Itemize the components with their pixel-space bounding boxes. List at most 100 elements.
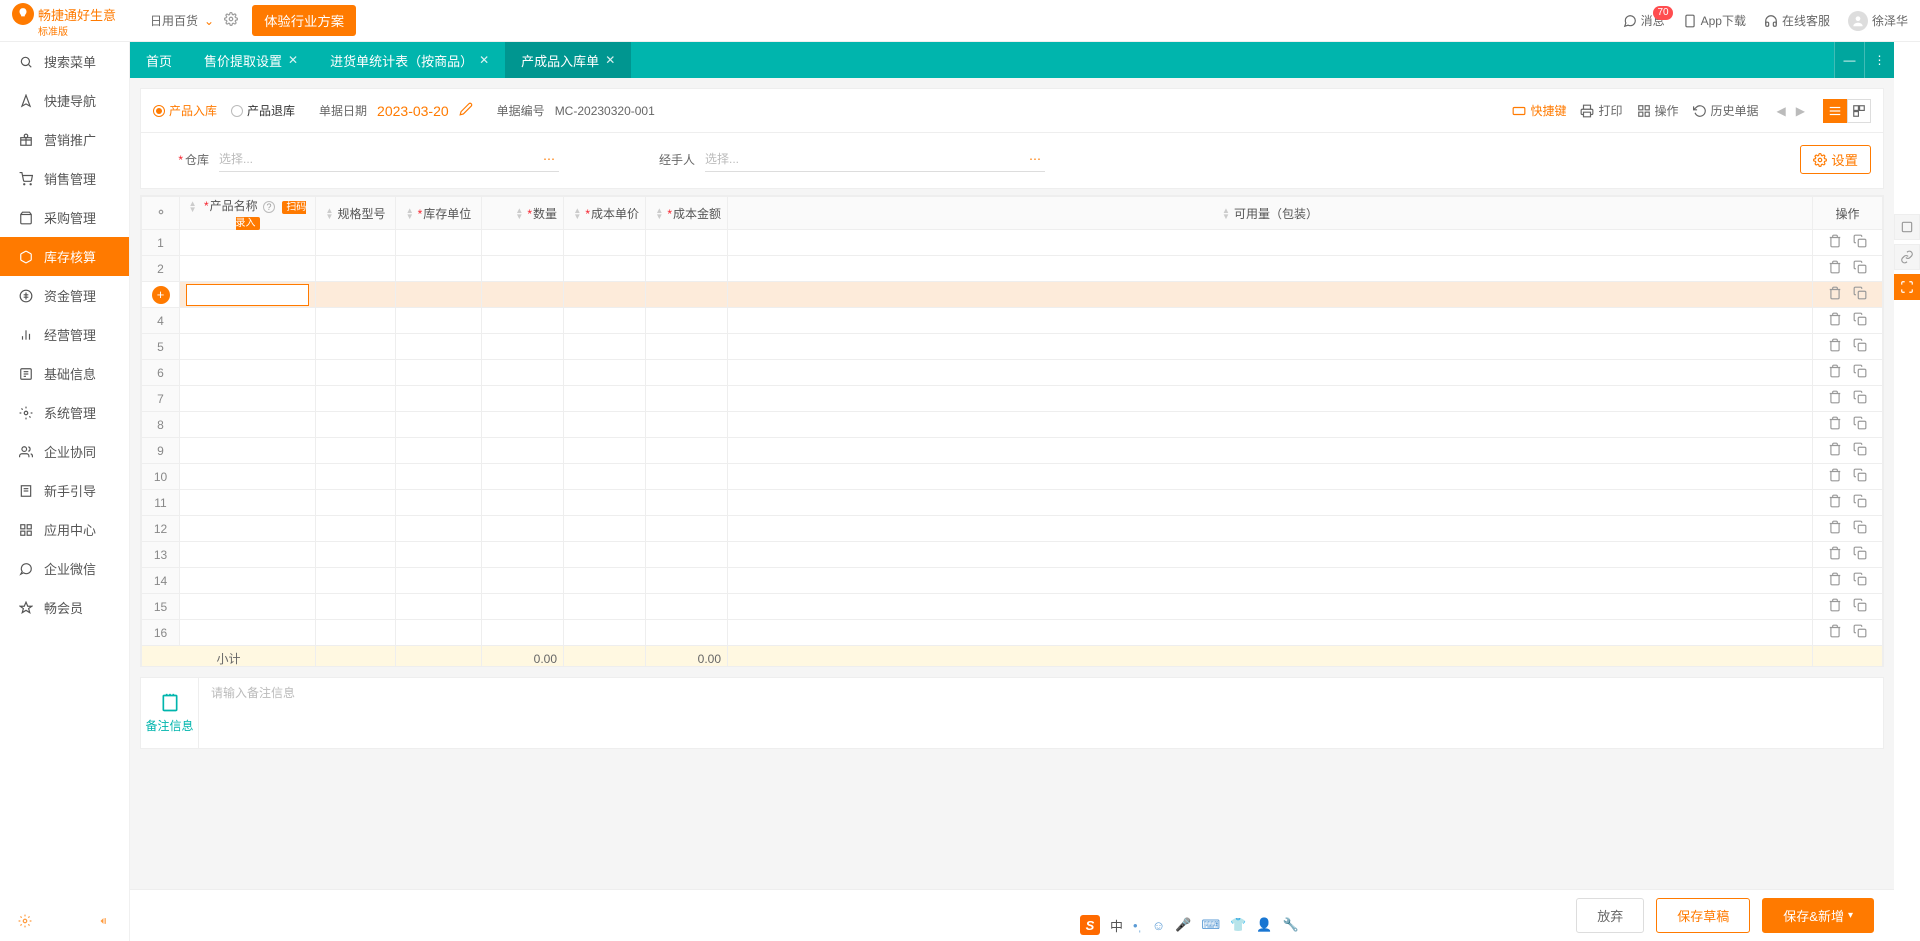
table-row[interactable]: 1 (142, 230, 1883, 256)
remark-input[interactable] (211, 686, 1871, 700)
sidebar-item[interactable]: 库存核算 (0, 237, 129, 276)
ime-toolbar[interactable]: S 中 •ˌ ☺ 🎤 ⌨ 👕 👤 🔧 (1080, 915, 1299, 935)
ime-smile-icon[interactable]: ☺ (1152, 918, 1165, 933)
page-tab[interactable]: 进货单统计表（按商品）✕ (314, 42, 505, 78)
copy-row-icon[interactable] (1853, 234, 1867, 248)
col-available[interactable]: ▲▼可用量（包装） (728, 197, 1813, 230)
copy-row-icon[interactable] (1853, 312, 1867, 326)
ime-lang[interactable]: 中 (1110, 916, 1123, 935)
close-tab-icon[interactable]: ✕ (479, 53, 489, 67)
copy-row-icon[interactable] (1853, 390, 1867, 404)
radio-product-in[interactable]: 产品入库 (153, 102, 217, 119)
table-row[interactable]: 13 (142, 542, 1883, 568)
more-icon[interactable]: ⋯ (543, 152, 555, 166)
delete-row-icon[interactable] (1828, 416, 1842, 430)
warehouse-input[interactable] (219, 152, 559, 166)
delete-row-icon[interactable] (1828, 286, 1842, 300)
delete-row-icon[interactable] (1828, 624, 1842, 638)
col-spec[interactable]: ▲▼规格型号 (316, 197, 396, 230)
ime-tool-icon[interactable]: 🔧 (1283, 917, 1299, 933)
rail-layer-button[interactable] (1894, 214, 1920, 240)
sidebar-item[interactable]: 企业微信 (0, 549, 129, 588)
sidebar-item[interactable]: 新手引导 (0, 471, 129, 510)
copy-row-icon[interactable] (1853, 364, 1867, 378)
table-row[interactable]: 14 (142, 568, 1883, 594)
copy-row-icon[interactable] (1853, 338, 1867, 352)
col-qty[interactable]: ▲▼*数量 (482, 197, 564, 230)
save-new-button[interactable]: 保存&新增 ▾ (1762, 898, 1874, 933)
form-settings-button[interactable]: 设置 (1800, 145, 1871, 174)
delete-row-icon[interactable] (1828, 494, 1842, 508)
copy-row-icon[interactable] (1853, 468, 1867, 482)
delete-row-icon[interactable] (1828, 546, 1842, 560)
sidebar-item[interactable]: 资金管理 (0, 276, 129, 315)
table-row[interactable]: 7 (142, 386, 1883, 412)
page-tab[interactable]: 售价提取设置✕ (188, 42, 314, 78)
print-link[interactable]: 打印 (1580, 102, 1622, 119)
delete-row-icon[interactable] (1828, 260, 1842, 274)
delete-row-icon[interactable] (1828, 234, 1842, 248)
messages-link[interactable]: 消息 70 (1623, 12, 1665, 29)
copy-row-icon[interactable] (1853, 416, 1867, 430)
date-value[interactable]: 2023-03-20 (377, 103, 449, 119)
col-amount[interactable]: ▲▼*成本金额 (646, 197, 728, 230)
app-download-link[interactable]: App下载 (1683, 12, 1746, 29)
table-row[interactable]: 6 (142, 360, 1883, 386)
delete-row-icon[interactable] (1828, 442, 1842, 456)
add-row-button[interactable]: + (152, 286, 170, 304)
view-card-button[interactable] (1847, 99, 1871, 123)
copy-row-icon[interactable] (1853, 442, 1867, 456)
try-industry-button[interactable]: 体验行业方案 (252, 5, 356, 36)
sidebar-item[interactable]: 快捷导航 (0, 81, 129, 120)
settings-icon[interactable] (18, 914, 32, 931)
operations-link[interactable]: 操作 (1637, 102, 1679, 119)
delete-row-icon[interactable] (1828, 572, 1842, 586)
table-row[interactable]: 16 (142, 620, 1883, 646)
online-service-link[interactable]: 在线客服 (1764, 12, 1830, 29)
sidebar-item[interactable]: 应用中心 (0, 510, 129, 549)
delete-row-icon[interactable] (1828, 598, 1842, 612)
business-selector[interactable]: 日用百货 ⌄ (150, 12, 214, 29)
save-draft-button[interactable]: 保存草稿 (1656, 898, 1750, 933)
copy-row-icon[interactable] (1853, 572, 1867, 586)
sidebar-item[interactable]: 企业协同 (0, 432, 129, 471)
ime-punct-icon[interactable]: •ˌ (1133, 918, 1142, 933)
biz-settings-icon[interactable] (224, 12, 238, 29)
discard-button[interactable]: 放弃 (1576, 898, 1644, 933)
sidebar-item[interactable]: 采购管理 (0, 198, 129, 237)
copy-row-icon[interactable] (1853, 494, 1867, 508)
rail-link-button[interactable] (1894, 244, 1920, 270)
help-icon[interactable]: ? (263, 201, 275, 213)
page-tab[interactable]: 产成品入库单✕ (505, 42, 631, 78)
table-row[interactable]: 2 (142, 256, 1883, 282)
close-tab-icon[interactable]: ✕ (288, 53, 298, 67)
delete-row-icon[interactable] (1828, 364, 1842, 378)
delete-row-icon[interactable] (1828, 390, 1842, 404)
copy-row-icon[interactable] (1853, 260, 1867, 274)
collapse-icon[interactable] (97, 914, 111, 931)
radio-product-out[interactable]: 产品退库 (231, 102, 295, 119)
delete-row-icon[interactable] (1828, 468, 1842, 482)
more-icon[interactable]: ⋯ (1029, 152, 1041, 166)
table-row[interactable]: 10 (142, 464, 1883, 490)
table-row[interactable]: 11 (142, 490, 1883, 516)
table-row[interactable]: 15 (142, 594, 1883, 620)
prev-record-button[interactable]: ◀ (1773, 102, 1790, 120)
user-menu[interactable]: 徐泽华 (1848, 11, 1908, 31)
ime-user-icon[interactable]: 👤 (1256, 917, 1272, 933)
ime-mic-icon[interactable]: 🎤 (1175, 917, 1191, 933)
ime-keyboard-icon[interactable]: ⌨ (1201, 917, 1220, 933)
table-row[interactable]: 4 (142, 308, 1883, 334)
shortcut-link[interactable]: 快捷键 (1512, 102, 1566, 119)
ime-skin-icon[interactable]: 👕 (1230, 917, 1246, 933)
copy-row-icon[interactable] (1853, 624, 1867, 638)
tab-menu-button[interactable]: ⋮ (1864, 42, 1894, 78)
col-unit[interactable]: ▲▼*库存单位 (396, 197, 482, 230)
copy-row-icon[interactable] (1853, 598, 1867, 612)
delete-row-icon[interactable] (1828, 338, 1842, 352)
table-row[interactable]: 9 (142, 438, 1883, 464)
table-row[interactable]: 12 (142, 516, 1883, 542)
col-product-name[interactable]: ▲▼ *产品名称 ? 扫码录入 (180, 197, 316, 230)
handler-select[interactable]: ⋯ (705, 148, 1045, 172)
rail-expand-button[interactable] (1894, 274, 1920, 300)
